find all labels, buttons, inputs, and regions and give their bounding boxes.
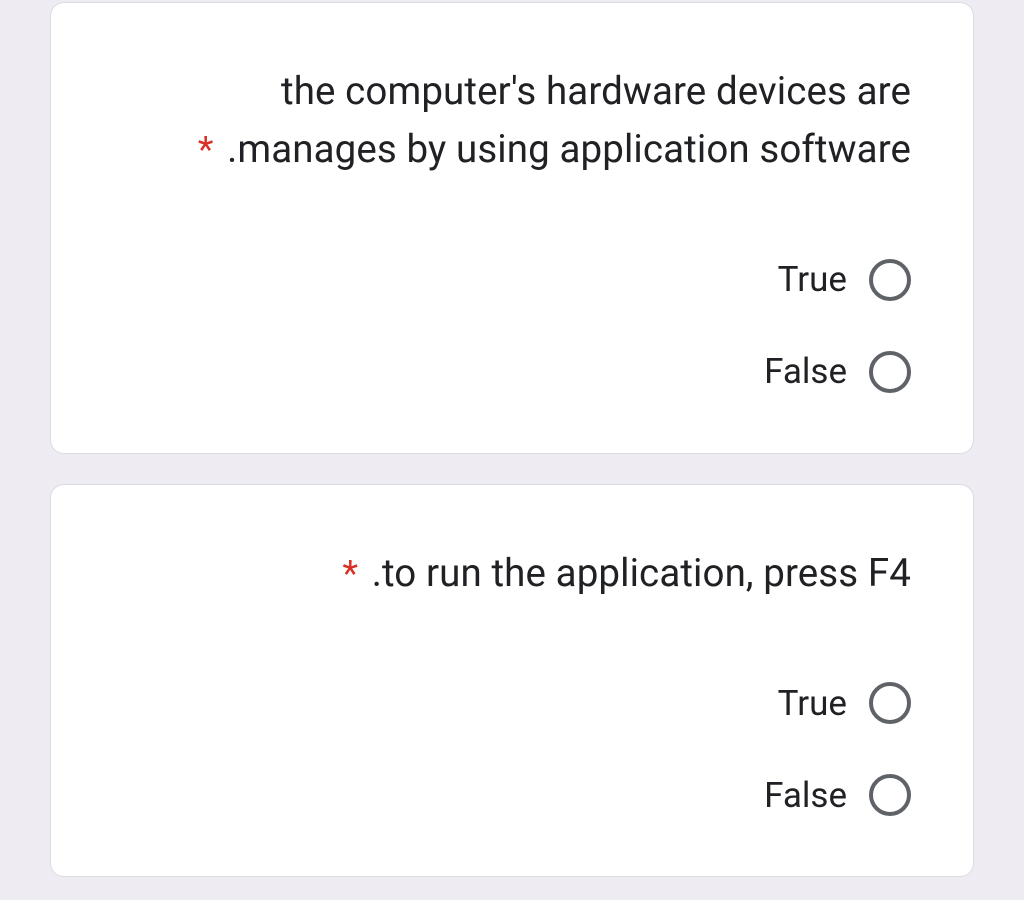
required-star-icon: * (198, 129, 214, 171)
option-false-q1[interactable]: False (764, 351, 911, 393)
option-label: True (778, 683, 847, 724)
option-label: True (778, 259, 847, 300)
option-label: False (764, 351, 847, 392)
question-title-1: the computer's hardware devices are mana… (113, 63, 911, 179)
question-card-2: to run the application, press F4. * True… (50, 484, 974, 878)
question-1-options: True False (113, 259, 911, 393)
option-true-q2[interactable]: True (778, 682, 911, 724)
question-2-options: True False (113, 682, 911, 816)
radio-unchecked-icon (869, 682, 911, 724)
radio-unchecked-icon (869, 351, 911, 393)
option-label: False (764, 775, 847, 816)
question-card-1: the computer's hardware devices are mana… (50, 2, 974, 454)
radio-unchecked-icon (869, 259, 911, 301)
radio-unchecked-icon (869, 774, 911, 816)
option-false-q2[interactable]: False (764, 774, 911, 816)
question-text-1: the computer's hardware devices are mana… (227, 69, 911, 172)
required-star-icon: * (342, 553, 358, 595)
option-true-q1[interactable]: True (778, 259, 911, 301)
question-text-2: to run the application, press F4. (372, 551, 911, 596)
question-title-2: to run the application, press F4. * (113, 545, 911, 603)
